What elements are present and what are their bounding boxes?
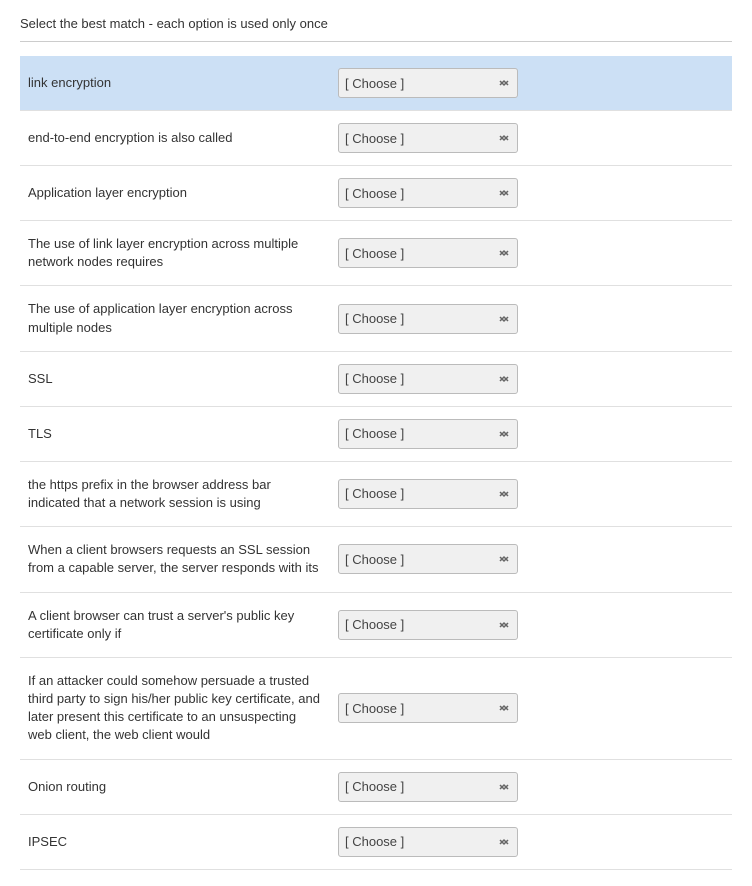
question-label: end-to-end encryption is also called bbox=[20, 123, 330, 153]
choose-select[interactable]: [ Choose ] bbox=[338, 364, 518, 394]
match-row: IPSEC [ Choose ] bbox=[20, 815, 732, 870]
match-row: The use of application layer encryption … bbox=[20, 286, 732, 351]
answer-cell: [ Choose ] bbox=[330, 475, 732, 513]
answer-cell: [ Choose ] bbox=[330, 64, 732, 102]
answer-cell: [ Choose ] bbox=[330, 768, 732, 806]
answer-cell: [ Choose ] bbox=[330, 606, 732, 644]
choose-select[interactable]: [ Choose ] bbox=[338, 178, 518, 208]
question-label: The use of link layer encryption across … bbox=[20, 229, 330, 277]
answer-cell: [ Choose ] bbox=[330, 360, 732, 398]
match-row: end-to-end encryption is also called [ Ch… bbox=[20, 111, 732, 166]
question-label: Onion routing bbox=[20, 772, 330, 802]
choose-select[interactable]: [ Choose ] bbox=[338, 544, 518, 574]
answer-cell: [ Choose ] bbox=[330, 415, 732, 453]
question-label: IPSEC bbox=[20, 827, 330, 857]
question-label: TLS bbox=[20, 419, 330, 449]
match-row: When a client browsers requests an SSL s… bbox=[20, 527, 732, 592]
choose-select[interactable]: [ Choose ] bbox=[338, 419, 518, 449]
choose-select[interactable]: [ Choose ] bbox=[338, 827, 518, 857]
match-row: Application layer encryption [ Choose ] bbox=[20, 166, 732, 221]
match-row: SSL [ Choose ] bbox=[20, 352, 732, 407]
match-table: link encryption[ Choose ]end-to-end encr… bbox=[20, 56, 732, 870]
match-row: The use of link layer encryption across … bbox=[20, 221, 732, 286]
match-row: TLS [ Choose ] bbox=[20, 407, 732, 462]
answer-cell: [ Choose ] bbox=[330, 540, 732, 578]
question-label: If an attacker could somehow persuade a … bbox=[20, 666, 330, 751]
match-row: link encryption [ Choose ] bbox=[20, 56, 732, 111]
answer-cell: [ Choose ] bbox=[330, 234, 732, 272]
choose-select[interactable]: [ Choose ] bbox=[338, 304, 518, 334]
match-row: A client browser can trust a server's pu… bbox=[20, 593, 732, 658]
match-row: If an attacker could somehow persuade a … bbox=[20, 658, 732, 760]
answer-cell: [ Choose ] bbox=[330, 300, 732, 338]
choose-select[interactable]: [ Choose ] bbox=[338, 68, 518, 98]
question-label: Application layer encryption bbox=[20, 178, 330, 208]
choose-select[interactable]: [ Choose ] bbox=[338, 610, 518, 640]
choose-select[interactable]: [ Choose ] bbox=[338, 772, 518, 802]
choose-select[interactable]: [ Choose ] bbox=[338, 238, 518, 268]
question-label: When a client browsers requests an SSL s… bbox=[20, 535, 330, 583]
choose-select[interactable]: [ Choose ] bbox=[338, 123, 518, 153]
answer-cell: [ Choose ] bbox=[330, 119, 732, 157]
answer-cell: [ Choose ] bbox=[330, 174, 732, 212]
question-label: The use of application layer encryption … bbox=[20, 294, 330, 342]
question-label: A client browser can trust a server's pu… bbox=[20, 601, 330, 649]
choose-select[interactable]: [ Choose ] bbox=[338, 693, 518, 723]
answer-cell: [ Choose ] bbox=[330, 823, 732, 861]
question-label: SSL bbox=[20, 364, 330, 394]
answer-cell: [ Choose ] bbox=[330, 689, 732, 727]
choose-select[interactable]: [ Choose ] bbox=[338, 479, 518, 509]
match-row: Onion routing [ Choose ] bbox=[20, 760, 732, 815]
match-row: the https prefix in the browser address … bbox=[20, 462, 732, 527]
question-label: the https prefix in the browser address … bbox=[20, 470, 330, 518]
question-label: link encryption bbox=[20, 68, 330, 98]
instruction-text: Select the best match - each option is u… bbox=[20, 16, 732, 42]
